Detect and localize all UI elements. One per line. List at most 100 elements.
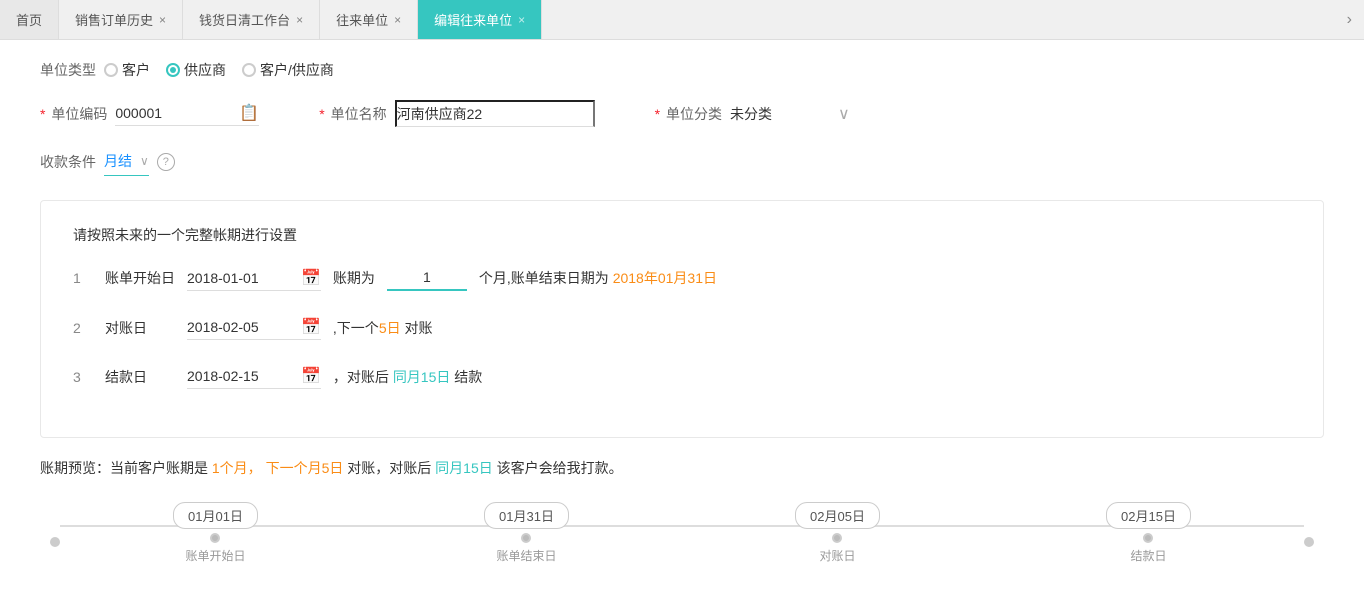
timeline-left-dot	[50, 537, 60, 547]
tab-cash-workbench[interactable]: 钱货日清工作台 ×	[183, 0, 320, 39]
unit-category-value: 未分类	[730, 104, 830, 124]
payment-condition-chevron: ∨	[140, 154, 149, 168]
timeline-label-4: 02月15日	[1106, 502, 1191, 529]
unit-type-label: 单位类型	[40, 60, 96, 80]
unit-type-radio-group: 客户 供应商 客户/供应商	[104, 60, 334, 80]
tab-edit-partner[interactable]: 编辑往来单位 ×	[418, 0, 542, 39]
help-icon[interactable]: ?	[157, 153, 175, 171]
preview-part3: 对账，对账后	[347, 460, 431, 476]
timeline-point-3: 02月05日 对账日	[795, 502, 880, 564]
period-row-2-label: 对账日	[105, 318, 175, 338]
preview-part2: 下一个月5日	[266, 460, 344, 476]
unit-type-row: 单位类型 客户 供应商 客户/供应商	[40, 60, 1324, 80]
period-row-1-calendar-icon[interactable]: 📅	[301, 268, 321, 288]
period-row-1-label: 账单开始日	[105, 268, 175, 288]
tab-cash-workbench-label: 钱货日清工作台	[199, 10, 290, 29]
payment-condition-select[interactable]: 月结 ∨	[104, 147, 149, 176]
timeline-right-dot	[1304, 537, 1314, 547]
unit-name-input[interactable]	[395, 100, 595, 127]
unit-code-star: *	[40, 106, 45, 122]
period-row-1: 1 账单开始日 📅 账期为 个月,账单结束日期为 2018年01月31日	[73, 265, 1291, 291]
period-row-1-end-date: 2018年01月31日	[613, 270, 717, 286]
period-row-2-calendar-icon[interactable]: 📅	[301, 317, 321, 337]
tab-cash-workbench-close[interactable]: ×	[296, 13, 303, 27]
period-row-1-month-input[interactable]	[387, 265, 467, 291]
unit-code-field: * 单位编码 📋	[40, 101, 259, 126]
radio-both-circle	[242, 63, 256, 77]
timeline-label-3: 02月05日	[795, 502, 880, 529]
period-row-3: 3 结款日 📅 ，对账后 同月15日 结款	[73, 364, 1291, 389]
tab-more-button[interactable]: ›	[1335, 11, 1364, 29]
timeline-dot-2	[521, 533, 531, 543]
radio-customer-label: 客户	[122, 60, 150, 80]
unit-name-label: * 单位名称	[319, 104, 386, 124]
tab-partner-unit-close[interactable]: ×	[394, 13, 401, 27]
radio-both[interactable]: 客户/供应商	[242, 60, 334, 80]
timeline-caption-1: 账单开始日	[185, 547, 245, 564]
timeline: 01月01日 账单开始日 01月31日 账单结束日 02月05日 对账日 02月…	[40, 502, 1324, 564]
period-row-1-suffix: 账期为	[333, 268, 375, 288]
period-row-2: 2 对账日 📅 ,下一个5日 对账	[73, 315, 1291, 340]
unit-category-field: * 单位分类 未分类 ∨	[655, 104, 850, 124]
unit-category-star: *	[655, 106, 660, 122]
period-row-3-calendar-icon[interactable]: 📅	[301, 366, 321, 386]
tab-home[interactable]: 首页	[0, 0, 59, 39]
timeline-dot-4	[1143, 533, 1153, 543]
tab-bar: 首页 销售订单历史 × 钱货日清工作台 × 往来单位 × 编辑往来单位 × ›	[0, 0, 1364, 40]
preview-suffix: 该客户会给我打款。	[497, 460, 623, 476]
period-row-3-date-wrap: 📅	[187, 364, 321, 389]
unit-type-field: 单位类型 客户 供应商 客户/供应商	[40, 60, 334, 80]
timeline-caption-4: 结款日	[1130, 547, 1166, 564]
tab-sales-history-label: 销售订单历史	[75, 10, 153, 29]
period-row-1-num: 1	[73, 270, 93, 286]
radio-customer[interactable]: 客户	[104, 60, 150, 80]
tab-partner-unit[interactable]: 往来单位 ×	[320, 0, 418, 39]
timeline-caption-3: 对账日	[819, 547, 855, 564]
unit-code-label: * 单位编码	[40, 104, 107, 124]
period-settings-box: 请按照未来的一个完整帐期进行设置 1 账单开始日 📅 账期为 个月,账单结束日期…	[40, 200, 1324, 438]
radio-both-label: 客户/供应商	[260, 60, 334, 80]
timeline-point-4: 02月15日 结款日	[1106, 502, 1191, 564]
timeline-dot-3	[832, 533, 842, 543]
unit-name-star: *	[319, 106, 324, 122]
period-row-2-desc: ,下一个5日 对账	[333, 318, 433, 338]
period-row-2-date-input[interactable]	[187, 315, 297, 339]
preview-text: 账期预览：当前客户账期是 1个月， 下一个月5日 对账，对账后 同月15日 该客…	[40, 458, 1324, 478]
payment-condition-label: 收款条件	[40, 152, 96, 172]
payment-condition-value: 月结	[104, 151, 132, 171]
timeline-caption-2: 账单结束日	[496, 547, 556, 564]
radio-supplier[interactable]: 供应商	[166, 60, 226, 80]
period-row-3-day: 同月15日	[393, 369, 451, 385]
period-title: 请按照未来的一个完整帐期进行设置	[73, 225, 1291, 245]
radio-supplier-label: 供应商	[184, 60, 226, 80]
radio-customer-circle	[104, 63, 118, 77]
tab-partner-unit-label: 往来单位	[336, 10, 388, 29]
unit-code-input[interactable]	[115, 101, 235, 125]
page-content: 单位类型 客户 供应商 客户/供应商 * 单位编码	[0, 40, 1364, 608]
unit-category-select[interactable]: 未分类 ∨	[730, 104, 850, 124]
tab-sales-history[interactable]: 销售订单历史 ×	[59, 0, 183, 39]
radio-supplier-circle	[166, 63, 180, 77]
timeline-inner: 01月01日 账单开始日 01月31日 账单结束日 02月05日 对账日 02月…	[60, 502, 1304, 564]
timeline-label-1: 01月01日	[173, 502, 258, 529]
timeline-points-row: 01月01日 账单开始日 01月31日 账单结束日 02月05日 对账日 02月…	[60, 502, 1304, 564]
preview-part1: 1个月，	[212, 460, 262, 476]
period-row-1-date-input[interactable]	[187, 266, 297, 290]
tab-edit-partner-close[interactable]: ×	[518, 13, 525, 27]
period-row-2-day: 5日	[379, 320, 401, 336]
unit-code-input-wrap: 📋	[115, 101, 259, 126]
timeline-dot-1	[210, 533, 220, 543]
timeline-point-1: 01月01日 账单开始日	[173, 502, 258, 564]
period-row-2-date-wrap: 📅	[187, 315, 321, 340]
period-row-3-label: 结款日	[105, 367, 175, 387]
tab-edit-partner-label: 编辑往来单位	[434, 10, 512, 29]
preview-part4: 同月15日	[435, 460, 493, 476]
unit-name-field: * 单位名称	[319, 100, 594, 127]
tab-sales-history-close[interactable]: ×	[159, 13, 166, 27]
unit-category-label: * 单位分类	[655, 104, 722, 124]
unit-code-icon[interactable]: 📋	[239, 103, 259, 123]
timeline-label-2: 01月31日	[484, 502, 569, 529]
period-row-3-num: 3	[73, 369, 93, 385]
period-row-3-date-input[interactable]	[187, 364, 297, 388]
tab-home-label: 首页	[16, 10, 42, 29]
